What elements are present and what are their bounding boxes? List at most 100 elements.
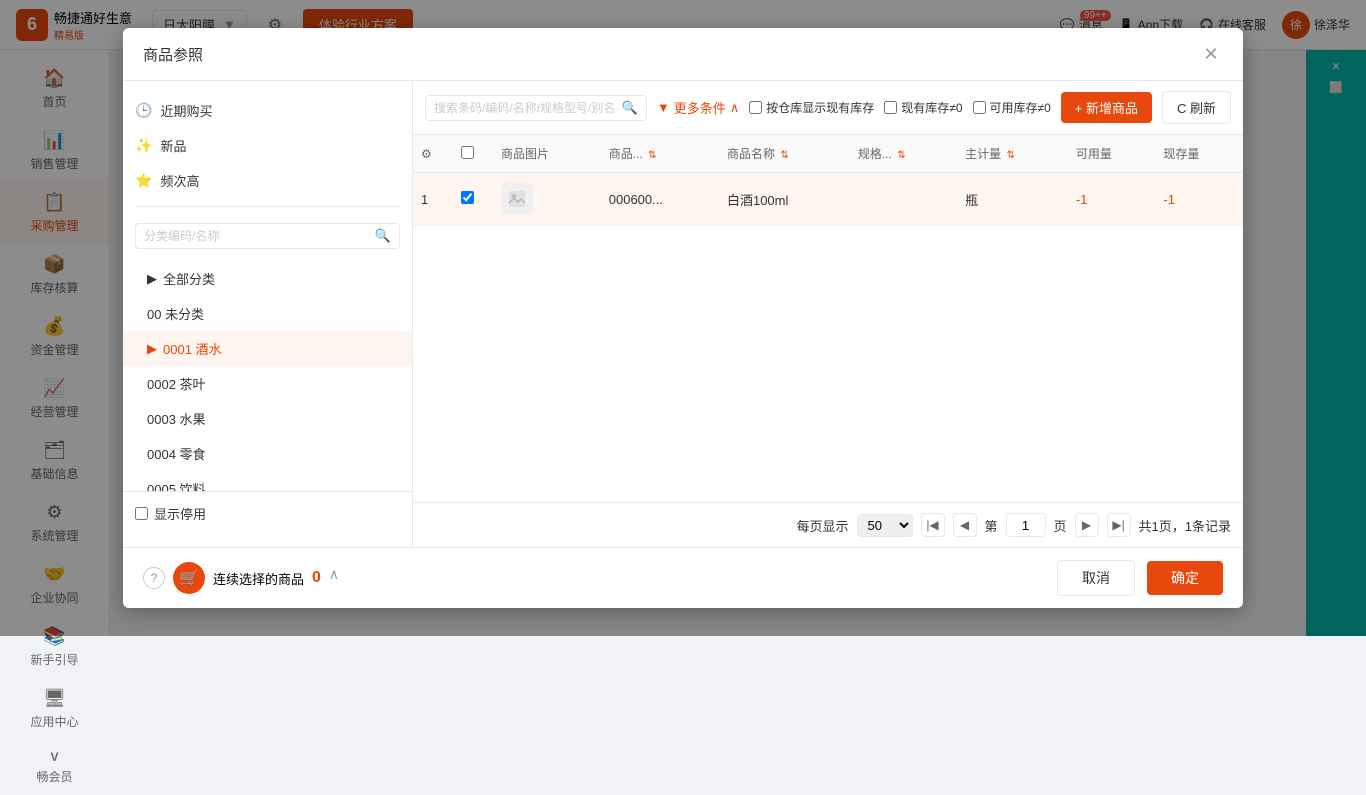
modal-footer: ? 🛒 连续选择的商品 0 ∧ 取消 确定 xyxy=(123,547,1243,608)
th-code[interactable]: 商品... ⇅ xyxy=(601,135,719,173)
select-all-checkbox[interactable] xyxy=(461,146,474,159)
th-spec[interactable]: 规格... ⇅ xyxy=(850,135,957,173)
quick-access-recent[interactable]: 🕒 近期购买 xyxy=(123,93,412,128)
show-disabled-toggle[interactable]: 显示停用 xyxy=(123,491,412,535)
pagination-bar: 每页显示 50 10 20 100 |◀ ◀ 第 页 ▶ ▶| 共1页，1条记录 xyxy=(413,502,1243,547)
cancel-button[interactable]: 取消 xyxy=(1057,560,1135,596)
modal-close-button[interactable]: ✕ xyxy=(1199,42,1223,66)
modal-header: 商品参照 ✕ xyxy=(123,28,1243,81)
td-code: 000600... xyxy=(601,173,719,226)
category-item-5[interactable]: 0005 饮料 xyxy=(123,471,412,491)
th-name[interactable]: 商品名称 ⇅ xyxy=(719,135,850,173)
page-first-button[interactable]: |◀ xyxy=(921,513,945,537)
star-icon: ⭐ xyxy=(135,172,152,189)
page-prev-button[interactable]: ◀ xyxy=(953,513,977,537)
modal: 商品参照 ✕ 🕒 近期购买 ✨ 新品 ⭐ 频次高 xyxy=(123,28,1243,608)
th-unit-label: 主计量 xyxy=(965,147,1001,161)
modal-left-panel: 🕒 近期购买 ✨ 新品 ⭐ 频次高 🔍 xyxy=(123,81,413,547)
category-item-4[interactable]: 0004 零食 xyxy=(123,436,412,471)
warehouse-checkbox[interactable] xyxy=(749,101,762,114)
th-unit[interactable]: 主计量 ⇅ xyxy=(957,135,1068,173)
th-stock: 现存量 xyxy=(1155,135,1243,173)
modal-body: 🕒 近期购买 ✨ 新品 ⭐ 频次高 🔍 xyxy=(123,81,1243,547)
apps-icon: 🖥 xyxy=(43,688,66,709)
page-last-button[interactable]: ▶| xyxy=(1107,513,1131,537)
filter-icon: ▼ xyxy=(657,100,670,115)
td-name: 白酒100ml xyxy=(719,173,850,226)
sort-icon: ⇅ xyxy=(648,150,656,161)
add-product-button[interactable]: + 新增商品 xyxy=(1061,92,1152,123)
refresh-button[interactable]: C 刷新 xyxy=(1162,91,1231,124)
category-item-3[interactable]: 0003 水果 xyxy=(123,401,412,436)
th-available: 可用量 xyxy=(1068,135,1156,173)
category-item-0[interactable]: 00 未分类 xyxy=(123,296,412,331)
product-image xyxy=(501,183,533,215)
page-label: 第 xyxy=(985,516,998,535)
new-label: 新品 xyxy=(160,136,186,155)
td-checkbox[interactable] xyxy=(453,173,493,226)
page-total-text: 共1页，1条记录 xyxy=(1139,516,1231,535)
stock-checkbox[interactable] xyxy=(884,101,897,114)
show-disabled-checkbox[interactable] xyxy=(135,507,148,520)
category-search-icon[interactable]: 🔍 xyxy=(375,228,391,244)
category-label: 0003 水果 xyxy=(147,409,206,428)
product-search-icon[interactable]: 🔍 xyxy=(622,100,638,116)
selected-text: 连续选择的商品 xyxy=(213,569,304,588)
cart-icon[interactable]: 🛒 xyxy=(173,562,205,594)
th-image-label: 商品图片 xyxy=(501,147,549,161)
th-name-label: 商品名称 xyxy=(727,147,775,161)
category-label: 0005 饮料 xyxy=(147,479,206,491)
category-search-input[interactable] xyxy=(144,229,375,243)
checkbox-warehouse[interactable]: 按仓库显示现有库存 xyxy=(749,99,874,116)
page-number-input[interactable] xyxy=(1006,513,1046,537)
table-row[interactable]: 1 xyxy=(413,173,1243,226)
expand-icon: ▶ xyxy=(147,341,157,357)
page-size-select[interactable]: 50 10 20 100 xyxy=(857,514,913,537)
quick-access-frequent[interactable]: ⭐ 频次高 xyxy=(123,163,412,198)
category-item-2[interactable]: 0002 茶叶 xyxy=(123,366,412,401)
category-label: 0001 酒水 xyxy=(163,339,222,358)
th-settings[interactable]: ⚙ xyxy=(413,135,453,173)
category-search-box: 🔍 xyxy=(135,223,400,249)
new-icon: ✨ xyxy=(135,137,152,154)
modal-right-panel: 🔍 ▼ 更多条件 ∧ 按仓库显示现有库存 现有库存≠0 xyxy=(413,81,1243,547)
product-search-box: 🔍 xyxy=(425,95,647,121)
category-label: 全部分类 xyxy=(163,269,215,288)
stock-label: 现有库存≠0 xyxy=(901,99,962,116)
collapse-footer-icon[interactable]: ∧ xyxy=(329,566,353,590)
product-search-input[interactable] xyxy=(434,101,622,115)
th-code-label: 商品... xyxy=(609,147,643,161)
filter-arrow-icon: ∧ xyxy=(730,100,740,116)
checkbox-available[interactable]: 可用库存≠0 xyxy=(973,99,1051,116)
product-table: ⚙ 商品图片 商品... ⇅ 商品名称 xyxy=(413,135,1243,226)
sidebar-item-member[interactable]: V 畅会员 xyxy=(0,740,109,795)
row-checkbox[interactable] xyxy=(461,191,474,204)
quick-access-new[interactable]: ✨ 新品 xyxy=(123,128,412,163)
checkbox-stock[interactable]: 现有库存≠0 xyxy=(884,99,962,116)
member-icon: V xyxy=(50,750,58,764)
filter-label: 更多条件 xyxy=(674,98,726,117)
sidebar-item-label: 畅会员 xyxy=(36,768,72,785)
sidebar-item-label: 应用中心 xyxy=(30,713,78,730)
category-item-1[interactable]: ▶ 0001 酒水 xyxy=(123,331,412,366)
sidebar-item-apps[interactable]: 🖥 应用中心 xyxy=(0,678,109,740)
available-label: 可用库存≠0 xyxy=(990,99,1051,116)
divider xyxy=(135,206,400,207)
category-list: ▶ 全部分类 00 未分类 ▶ 0001 酒水 0002 茶叶 0003 水果 xyxy=(123,257,412,491)
expand-icon: ▶ xyxy=(147,271,157,287)
th-available-label: 可用量 xyxy=(1076,147,1112,161)
filter-button[interactable]: ▼ 更多条件 ∧ xyxy=(657,98,739,117)
page-size-label: 每页显示 xyxy=(796,516,848,535)
category-item-all[interactable]: ▶ 全部分类 xyxy=(123,261,412,296)
td-unit: 瓶 xyxy=(957,173,1068,226)
product-table-wrap: ⚙ 商品图片 商品... ⇅ 商品名称 xyxy=(413,135,1243,502)
selected-count: 0 xyxy=(312,569,321,587)
confirm-button[interactable]: 确定 xyxy=(1147,561,1223,595)
available-checkbox[interactable] xyxy=(973,101,986,114)
category-label: 0002 茶叶 xyxy=(147,374,206,393)
sidebar-item-label: 新手引导 xyxy=(30,651,78,668)
page-next-button[interactable]: ▶ xyxy=(1075,513,1099,537)
clock-icon: 🕒 xyxy=(135,102,152,119)
help-icon[interactable]: ? xyxy=(143,567,165,589)
recent-label: 近期购买 xyxy=(160,101,212,120)
